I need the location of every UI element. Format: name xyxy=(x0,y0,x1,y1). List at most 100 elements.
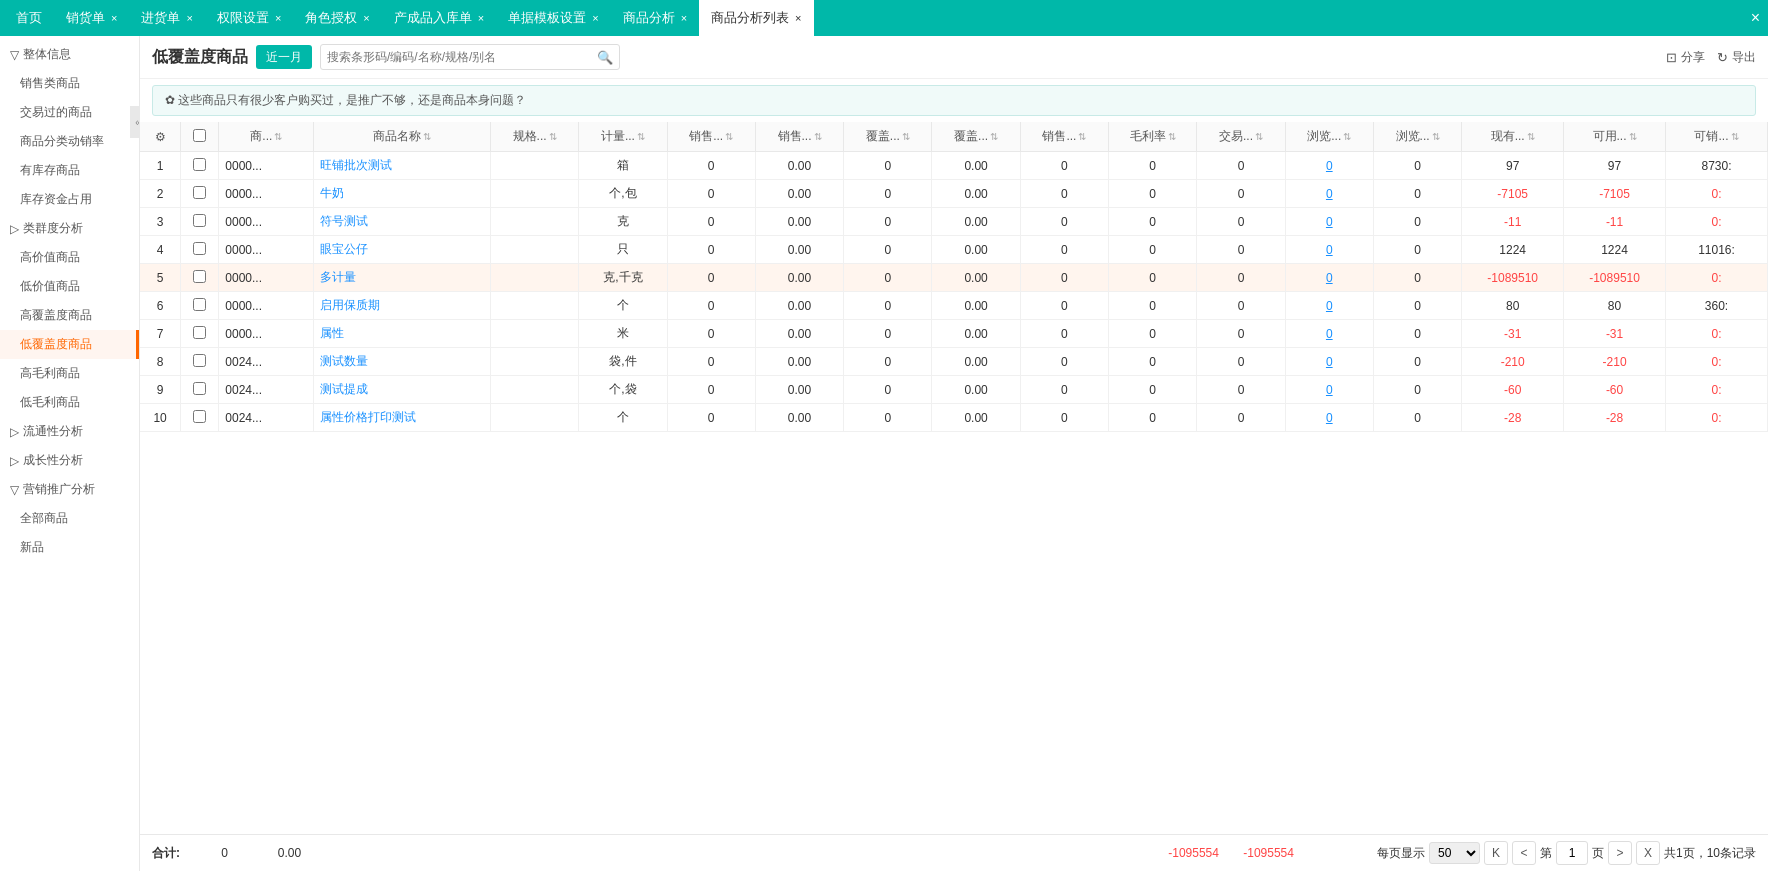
sidebar-collapse-button[interactable]: « xyxy=(130,106,140,138)
row-checkbox[interactable] xyxy=(181,180,219,208)
row-checkbox[interactable] xyxy=(181,320,219,348)
cover2-column-header[interactable]: 覆盖...⇅ xyxy=(932,122,1020,152)
sales-count-column-header[interactable]: 销售...⇅ xyxy=(667,122,755,152)
row-view1[interactable]: 0 xyxy=(1285,348,1373,376)
sales-amount-column-header[interactable]: 销售...⇅ xyxy=(755,122,843,152)
nav-tab-template[interactable]: 单据模板设置 × xyxy=(496,0,610,36)
name-column-header[interactable]: 商品名称⇅ xyxy=(314,122,491,152)
share-button[interactable]: ⊡ 分享 xyxy=(1666,49,1705,66)
sidebar-group-cluster[interactable]: ▷ 类群度分析 xyxy=(0,214,139,243)
nav-tab-analysis[interactable]: 商品分析 × xyxy=(611,0,699,36)
row-checkbox[interactable] xyxy=(181,152,219,180)
sidebar-item-all-goods[interactable]: 全部商品 xyxy=(0,504,139,533)
sidebar-item-high-value[interactable]: 高价值商品 xyxy=(0,243,139,272)
sidebar-item-in-stock[interactable]: 有库存商品 xyxy=(0,156,139,185)
row-name[interactable]: 眼宝公仔 xyxy=(314,236,491,264)
row-view1[interactable]: 0 xyxy=(1285,376,1373,404)
row-name[interactable]: 符号测试 xyxy=(314,208,491,236)
row-view1[interactable]: 0 xyxy=(1285,180,1373,208)
close-icon[interactable]: × xyxy=(363,12,369,24)
nav-tab-analysis-list[interactable]: 商品分析列表 × xyxy=(699,0,813,36)
sales3-column-header[interactable]: 销售...⇅ xyxy=(1020,122,1108,152)
row-view1[interactable]: 0 xyxy=(1285,208,1373,236)
row-checkbox[interactable] xyxy=(181,348,219,376)
nav-tab-purchase[interactable]: 进货单 × xyxy=(129,0,204,36)
page-size-select[interactable]: 50 20 100 xyxy=(1429,842,1480,864)
trade-column-header[interactable]: 交易...⇅ xyxy=(1197,122,1285,152)
nav-tab-permission[interactable]: 权限设置 × xyxy=(205,0,293,36)
close-icon[interactable]: × xyxy=(592,12,598,24)
next-page-button[interactable]: > xyxy=(1608,841,1632,865)
row-name[interactable]: 测试提成 xyxy=(314,376,491,404)
filter-period-button[interactable]: 近一月 xyxy=(256,45,312,69)
code-column-header[interactable]: 商...⇅ xyxy=(219,122,314,152)
row-name[interactable]: 牛奶 xyxy=(314,180,491,208)
row-unit: 克,千克 xyxy=(579,264,667,292)
last-page-button[interactable]: X xyxy=(1636,841,1660,865)
gross-margin-column-header[interactable]: 毛利率⇅ xyxy=(1109,122,1197,152)
row-name[interactable]: 旺铺批次测试 xyxy=(314,152,491,180)
sidebar-item-category-rate[interactable]: 商品分类动销率 xyxy=(0,127,139,156)
row-view1[interactable]: 0 xyxy=(1285,264,1373,292)
current-stock-column-header[interactable]: 现有...⇅ xyxy=(1462,122,1564,152)
export-button[interactable]: ↻ 导出 xyxy=(1717,49,1756,66)
sidebar-item-sales-goods[interactable]: 销售类商品 xyxy=(0,69,139,98)
select-all-checkbox[interactable] xyxy=(193,129,206,142)
spec-column-header[interactable]: 规格...⇅ xyxy=(490,122,578,152)
close-icon[interactable]: × xyxy=(478,12,484,24)
row-name[interactable]: 测试数量 xyxy=(314,348,491,376)
sidebar-item-new-goods[interactable]: 新品 xyxy=(0,533,139,562)
close-icon[interactable]: × xyxy=(275,12,281,24)
row-view1[interactable]: 0 xyxy=(1285,236,1373,264)
search-icon[interactable]: 🔍 xyxy=(597,50,613,65)
table-footer: 合计: 0 0.00 -1095554 -1095554 每页显示 50 20 … xyxy=(140,834,1768,871)
cover1-column-header[interactable]: 覆盖...⇅ xyxy=(844,122,932,152)
row-name[interactable]: 多计量 xyxy=(314,264,491,292)
nav-tab-role[interactable]: 角色授权 × xyxy=(293,0,381,36)
sidebar-item-low-coverage[interactable]: 低覆盖度商品 xyxy=(0,330,139,359)
row-checkbox[interactable] xyxy=(181,404,219,432)
close-icon[interactable]: × xyxy=(186,12,192,24)
sidebar-item-high-coverage[interactable]: 高覆盖度商品 xyxy=(0,301,139,330)
usable-stock-column-header[interactable]: 可用...⇅ xyxy=(1564,122,1666,152)
close-icon[interactable]: × xyxy=(681,12,687,24)
sidebar-item-stock-capital[interactable]: 库存资金占用 xyxy=(0,185,139,214)
nav-tab-product[interactable]: 产成品入库单 × xyxy=(382,0,496,36)
sidebar-item-high-gross[interactable]: 高毛利商品 xyxy=(0,359,139,388)
view1-column-header[interactable]: 浏览...⇅ xyxy=(1285,122,1373,152)
sidebar-item-low-gross[interactable]: 低毛利商品 xyxy=(0,388,139,417)
sidebar-group-growth[interactable]: ▷ 成长性分析 xyxy=(0,446,139,475)
sidebar-group-circulation[interactable]: ▷ 流通性分析 xyxy=(0,417,139,446)
row-view1[interactable]: 0 xyxy=(1285,292,1373,320)
row-checkbox[interactable] xyxy=(181,208,219,236)
row-checkbox[interactable] xyxy=(181,236,219,264)
nav-tab-sales[interactable]: 销货单 × xyxy=(54,0,129,36)
nav-tab-home[interactable]: 首页 xyxy=(4,0,54,36)
first-page-button[interactable]: K xyxy=(1484,841,1508,865)
settings-column-header[interactable]: ⚙ xyxy=(140,122,181,152)
sidebar-group-overview[interactable]: ▽ 整体信息 xyxy=(0,40,139,69)
sidebar-group-marketing[interactable]: ▽ 营销推广分析 xyxy=(0,475,139,504)
row-checkbox[interactable] xyxy=(181,292,219,320)
close-icon[interactable]: × xyxy=(111,12,117,24)
row-checkbox[interactable] xyxy=(181,264,219,292)
close-all-button[interactable]: × xyxy=(1751,9,1760,27)
row-name[interactable]: 属性 xyxy=(314,320,491,348)
row-view1[interactable]: 0 xyxy=(1285,404,1373,432)
row-sales3: 0 xyxy=(1020,264,1108,292)
search-input[interactable] xyxy=(327,50,593,64)
sidebar-item-low-value[interactable]: 低价值商品 xyxy=(0,272,139,301)
close-icon[interactable]: × xyxy=(795,12,801,24)
row-sales-count: 0 xyxy=(667,348,755,376)
unit-column-header[interactable]: 计量...⇅ xyxy=(579,122,667,152)
page-number-input[interactable] xyxy=(1556,841,1588,865)
sidebar-item-traded-goods[interactable]: 交易过的商品 xyxy=(0,98,139,127)
row-view1[interactable]: 0 xyxy=(1285,320,1373,348)
row-view1[interactable]: 0 xyxy=(1285,152,1373,180)
prev-page-button[interactable]: < xyxy=(1512,841,1536,865)
row-name[interactable]: 启用保质期 xyxy=(314,292,491,320)
view2-column-header[interactable]: 浏览...⇅ xyxy=(1373,122,1461,152)
sellable-column-header[interactable]: 可销...⇅ xyxy=(1665,122,1767,152)
row-name[interactable]: 属性价格打印测试 xyxy=(314,404,491,432)
row-checkbox[interactable] xyxy=(181,376,219,404)
